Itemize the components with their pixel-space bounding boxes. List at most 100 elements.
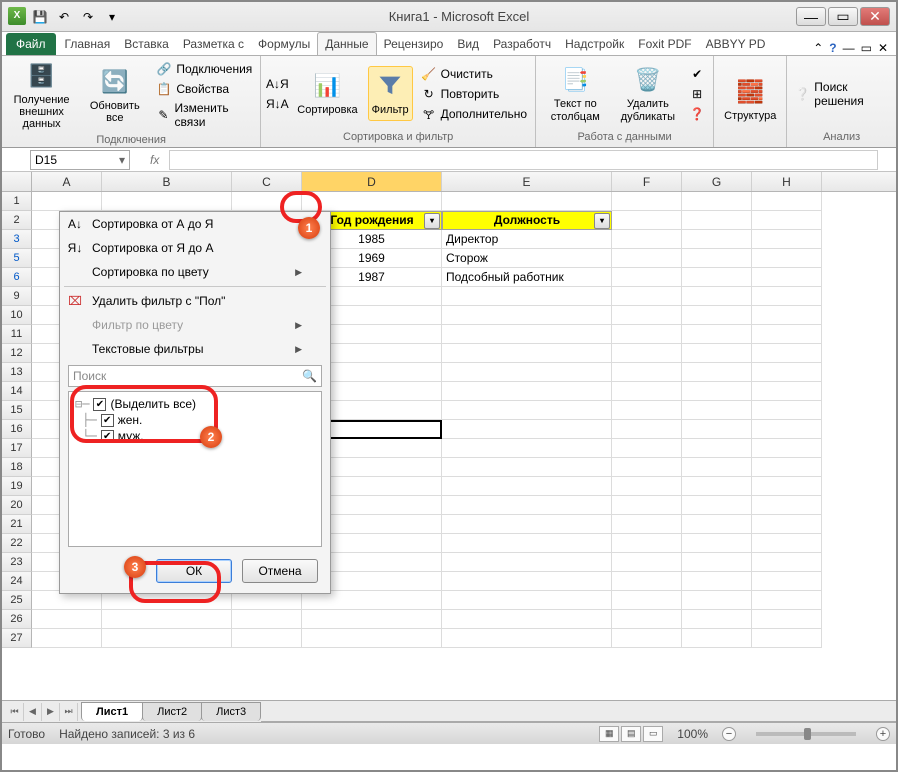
sheet-tab[interactable]: Лист3 <box>201 702 261 721</box>
cell[interactable] <box>232 192 302 211</box>
cell[interactable] <box>682 591 752 610</box>
cell[interactable] <box>102 610 232 629</box>
cell[interactable] <box>32 629 102 648</box>
cell[interactable]: Подсобный работник <box>442 268 612 287</box>
sheet-tab[interactable]: Лист1 <box>81 702 143 721</box>
tab-layout[interactable]: Разметка с <box>176 33 251 55</box>
cell[interactable]: Директор <box>442 230 612 249</box>
sheet-nav-first[interactable]: ⏮ <box>6 703 24 721</box>
formula-input[interactable] <box>169 150 878 170</box>
cell[interactable] <box>32 610 102 629</box>
cell[interactable] <box>612 363 682 382</box>
cell[interactable] <box>612 325 682 344</box>
cell[interactable] <box>612 610 682 629</box>
advanced-filter-button[interactable]: 🝖Дополнительно <box>419 105 529 123</box>
cell[interactable] <box>442 192 612 211</box>
column-header[interactable]: E <box>442 172 612 191</box>
fx-icon[interactable]: fx <box>140 153 169 167</box>
cell[interactable] <box>612 211 682 230</box>
cell[interactable] <box>752 515 822 534</box>
filter-value-select-all[interactable]: ⊟─✔(Выделить все) <box>75 396 315 412</box>
row-header[interactable]: 24 <box>2 572 32 591</box>
qat-customize-icon[interactable]: ▾ <box>102 7 122 27</box>
sort-za-button[interactable]: Я↓А <box>267 95 287 113</box>
menu-sort-az[interactable]: А↓Сортировка от А до Я <box>60 212 330 236</box>
name-box-dropdown-icon[interactable]: ▾ <box>119 153 125 167</box>
structure-button[interactable]: 🧱 Структура <box>720 74 780 124</box>
cell[interactable] <box>752 382 822 401</box>
cell[interactable] <box>612 287 682 306</box>
cell[interactable] <box>612 382 682 401</box>
filter-search-input[interactable]: Поиск 🔍 <box>68 365 322 387</box>
cell[interactable] <box>302 629 442 648</box>
get-external-data-button[interactable]: 🗄️ Получение внешних данных <box>8 58 75 132</box>
sheet-nav-next[interactable]: ▶ <box>42 703 60 721</box>
cell[interactable] <box>442 591 612 610</box>
cell[interactable] <box>682 382 752 401</box>
filter-value-item[interactable]: └─✔муж. <box>75 428 315 444</box>
consolidate-button[interactable]: ⊞ <box>687 85 707 103</box>
cell[interactable] <box>442 382 612 401</box>
row-header[interactable]: 22 <box>2 534 32 553</box>
filter-values-list[interactable]: ⊟─✔(Выделить все) ├─✔жен. └─✔муж. <box>68 391 322 547</box>
cell[interactable] <box>682 515 752 534</box>
cell[interactable] <box>752 344 822 363</box>
row-header[interactable]: 1 <box>2 192 32 211</box>
cell[interactable] <box>682 230 752 249</box>
row-header[interactable]: 12 <box>2 344 32 363</box>
row-header[interactable]: 2 <box>2 211 32 230</box>
cell[interactable] <box>612 534 682 553</box>
row-header[interactable]: 3 <box>2 230 32 249</box>
cell[interactable] <box>612 439 682 458</box>
cell[interactable] <box>442 344 612 363</box>
minimize-ribbon-icon[interactable]: ⌃ <box>813 41 823 55</box>
sort-az-button[interactable]: А↓Я <box>267 75 287 93</box>
text-to-columns-button[interactable]: 📑 Текст по столбцам <box>542 62 609 124</box>
column-header[interactable]: F <box>612 172 682 191</box>
cell[interactable] <box>682 610 752 629</box>
cell[interactable] <box>752 553 822 572</box>
cell[interactable] <box>442 610 612 629</box>
properties-button[interactable]: 📋Свойства <box>154 80 254 98</box>
cell[interactable] <box>612 458 682 477</box>
cell[interactable] <box>442 420 612 439</box>
cell[interactable] <box>442 363 612 382</box>
row-header[interactable]: 11 <box>2 325 32 344</box>
maximize-button[interactable]: ▭ <box>828 7 858 26</box>
cell[interactable] <box>442 306 612 325</box>
checkbox-icon[interactable]: ✔ <box>101 414 114 427</box>
filter-dropdown-icon[interactable]: ▾ <box>594 213 610 229</box>
cell[interactable] <box>752 249 822 268</box>
cell[interactable] <box>612 401 682 420</box>
cell[interactable] <box>752 439 822 458</box>
row-header[interactable]: 14 <box>2 382 32 401</box>
view-page-layout-button[interactable]: ▤ <box>621 726 641 742</box>
cell[interactable] <box>442 515 612 534</box>
cell[interactable] <box>752 192 822 211</box>
cell[interactable] <box>682 572 752 591</box>
edit-links-button[interactable]: ✎Изменить связи <box>154 100 254 130</box>
doc-close-icon[interactable]: ✕ <box>878 41 888 55</box>
cell[interactable] <box>442 401 612 420</box>
cell[interactable] <box>442 629 612 648</box>
cell[interactable] <box>612 591 682 610</box>
zoom-thumb[interactable] <box>804 728 811 740</box>
row-header[interactable]: 18 <box>2 458 32 477</box>
cell[interactable] <box>752 268 822 287</box>
tab-home[interactable]: Главная <box>58 33 118 55</box>
cell[interactable] <box>752 230 822 249</box>
tab-foxit[interactable]: Foxit PDF <box>631 33 698 55</box>
cell[interactable] <box>612 249 682 268</box>
cell[interactable] <box>682 268 752 287</box>
cell[interactable] <box>682 344 752 363</box>
zoom-out-button[interactable]: − <box>722 727 736 741</box>
close-button[interactable]: ✕ <box>860 7 890 26</box>
tab-formulas[interactable]: Формулы <box>251 33 317 55</box>
sheet-nav-last[interactable]: ⏭ <box>60 703 78 721</box>
cell[interactable] <box>612 477 682 496</box>
row-header[interactable]: 17 <box>2 439 32 458</box>
tab-file[interactable]: Файл <box>6 33 56 55</box>
view-normal-button[interactable]: ▦ <box>599 726 619 742</box>
cell[interactable]: Сторож <box>442 249 612 268</box>
zoom-slider[interactable] <box>756 732 856 736</box>
